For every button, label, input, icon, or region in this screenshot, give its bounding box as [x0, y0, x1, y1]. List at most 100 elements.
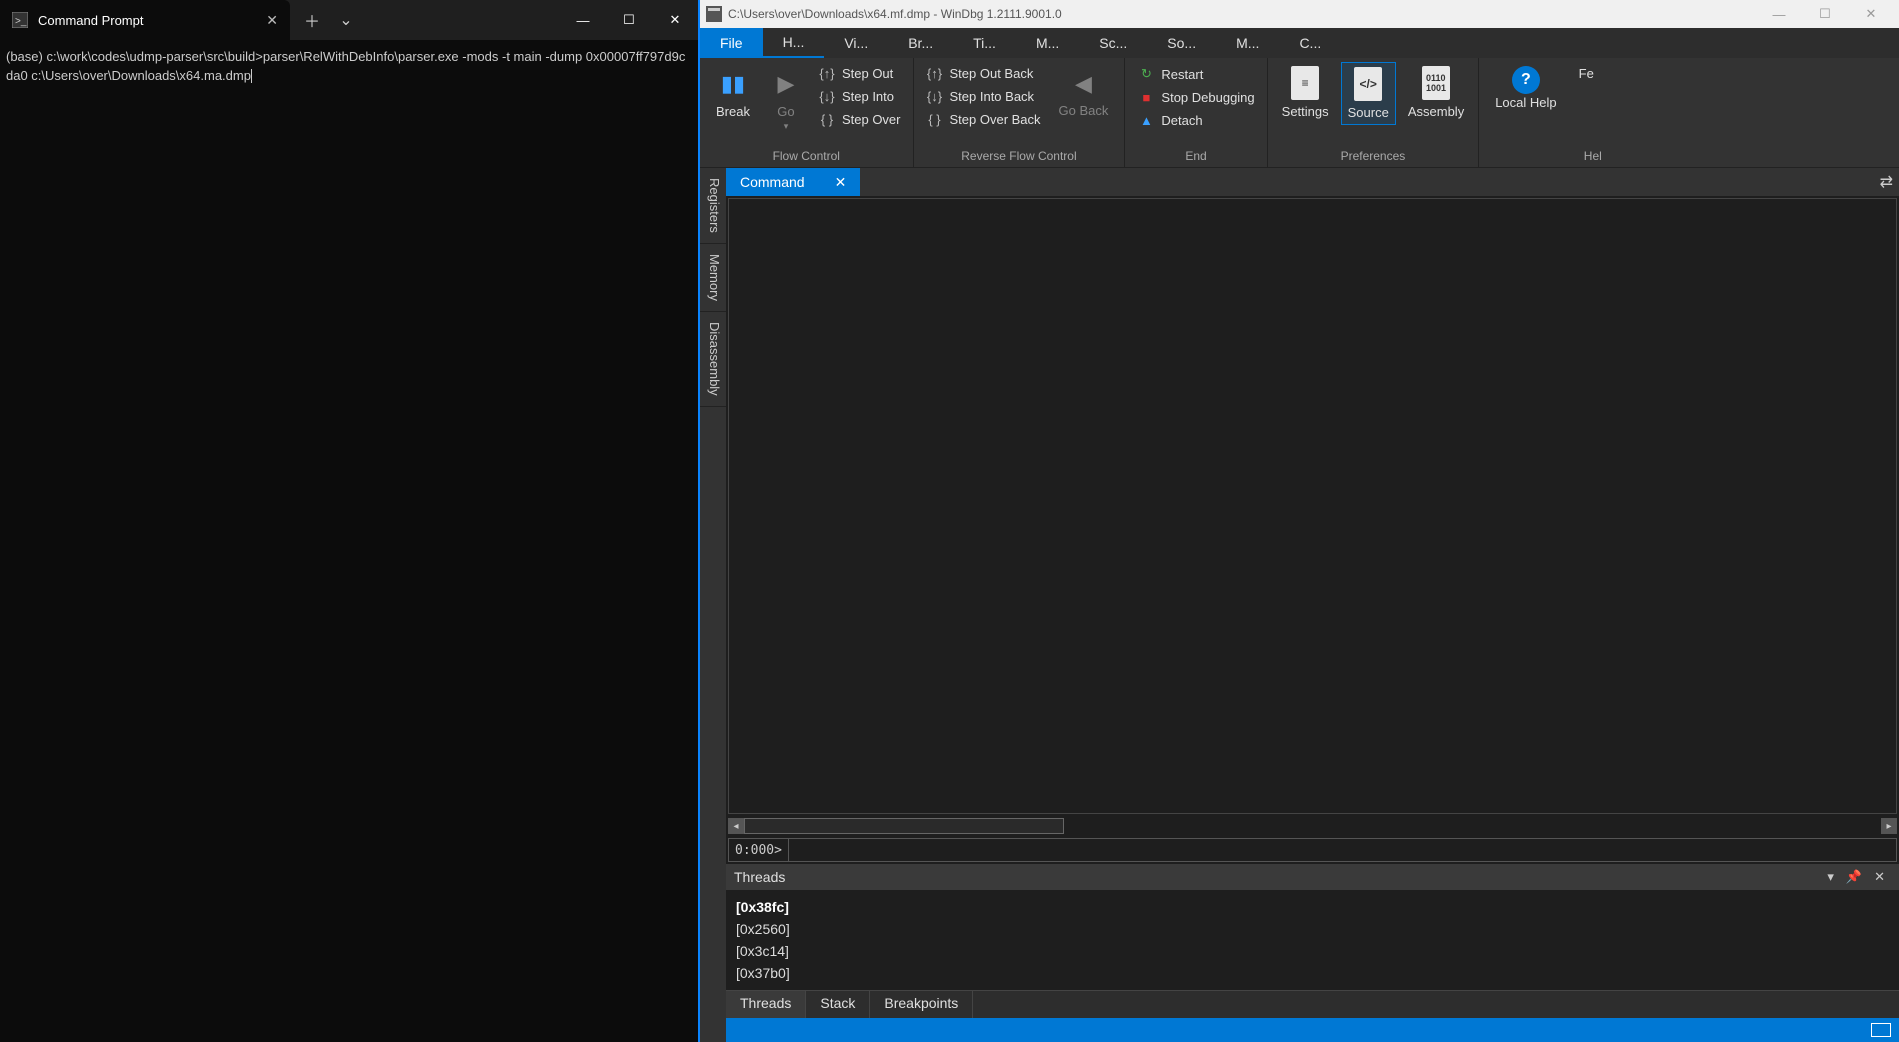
- step-out-icon: {↑}: [818, 66, 836, 81]
- detach-button[interactable]: ▲ Detach: [1133, 111, 1258, 130]
- go-button[interactable]: ▶ Go ▾: [764, 62, 808, 136]
- tab-menu-icon[interactable]: ⇄: [1874, 172, 1899, 192]
- ribbon-group-end: ↻Restart ■Stop Debugging ▲Detach End: [1125, 58, 1267, 167]
- new-tab-button[interactable]: ＋: [296, 4, 328, 36]
- threads-close-icon[interactable]: ✕: [1868, 869, 1891, 885]
- detach-icon: ▲: [1137, 113, 1155, 128]
- bottom-tab-threads[interactable]: Threads: [726, 991, 806, 1018]
- ribbon-tab-breakpoints[interactable]: Br...: [888, 28, 953, 58]
- assembly-doc-icon: 01101001: [1422, 66, 1450, 100]
- side-tab-registers[interactable]: Registers: [700, 168, 726, 244]
- step-out-back-button[interactable]: {↑}Step Out Back: [922, 64, 1045, 83]
- source-button[interactable]: </> Source: [1341, 62, 1396, 125]
- command-input[interactable]: [789, 839, 1896, 861]
- play-reverse-icon: ◀: [1075, 66, 1092, 102]
- status-indicator[interactable]: [1871, 1023, 1891, 1037]
- feedback-button[interactable]: Fe: [1571, 62, 1602, 85]
- ribbon-group-preferences: ≡ Settings </> Source 01101001 Assembly …: [1268, 58, 1480, 167]
- settings-button[interactable]: ≡ Settings: [1276, 62, 1335, 123]
- svg-text:>_: >_: [15, 16, 27, 27]
- local-help-button[interactable]: ? Local Help: [1487, 62, 1564, 114]
- wd-close-button[interactable]: ✕: [1849, 3, 1893, 25]
- bottom-tab-stack[interactable]: Stack: [806, 991, 870, 1018]
- thread-item[interactable]: [0x3c14]: [736, 940, 1889, 962]
- source-doc-icon: </>: [1354, 67, 1382, 101]
- close-tab-icon[interactable]: ✕: [266, 12, 278, 29]
- terminal-cursor: [251, 69, 252, 83]
- scroll-right-icon[interactable]: ▸: [1881, 818, 1897, 834]
- ribbon-tab-timelines[interactable]: Ti...: [953, 28, 1016, 58]
- ribbon-tab-scripting[interactable]: Sc...: [1079, 28, 1147, 58]
- detach-label: Detach: [1161, 113, 1202, 128]
- windbg-content: Command ✕ ⇄ ◂ ▸ 0:000> Threads ▾: [726, 168, 1899, 1042]
- chevron-down-icon: ▾: [784, 121, 789, 132]
- scroll-track[interactable]: [744, 818, 1064, 834]
- thread-item[interactable]: [0x2560]: [736, 918, 1889, 940]
- pause-icon: ▮▮: [721, 66, 745, 102]
- play-icon: ▶: [778, 66, 795, 102]
- command-tabbar: Command ✕ ⇄: [726, 168, 1899, 196]
- flow-control-label: Flow Control: [708, 147, 905, 165]
- command-prompt-window: >_ Command Prompt ✕ ＋ ⌄ — ☐ ✕ (base) c:\…: [0, 0, 700, 1042]
- side-tab-memory[interactable]: Memory: [700, 244, 726, 312]
- command-prompt-label: 0:000>: [729, 839, 789, 861]
- step-into-label: Step Into: [842, 89, 894, 104]
- step-over-button[interactable]: { }Step Over: [814, 110, 905, 129]
- terminal-window-controls: — ☐ ✕: [560, 0, 698, 40]
- windbg-window-controls: — ☐ ✕: [1757, 3, 1893, 25]
- break-label: Break: [716, 104, 750, 119]
- step-over-label: Step Over: [842, 112, 901, 127]
- bottom-tabs: Threads Stack Breakpoints: [726, 990, 1899, 1018]
- threads-panel: Threads ▾ 📌 ✕ [0x38fc] [0x2560] [0x3c14]…: [726, 864, 1899, 1018]
- ribbon-tab-command[interactable]: C...: [1279, 28, 1341, 58]
- command-tab[interactable]: Command ✕: [726, 168, 860, 196]
- go-back-button[interactable]: ◀ Go Back: [1051, 62, 1117, 122]
- ribbon-tab-model[interactable]: M...: [1016, 28, 1079, 58]
- threads-title: Threads: [734, 869, 785, 885]
- threads-pin-icon[interactable]: 📌: [1840, 869, 1868, 885]
- ribbon-group-reverse-flow: {↑}Step Out Back {↓}Step Into Back { }St…: [914, 58, 1126, 167]
- thread-item[interactable]: [0x37b0]: [736, 962, 1889, 984]
- ribbon-tab-view[interactable]: Vi...: [824, 28, 888, 58]
- maximize-button[interactable]: ☐: [606, 0, 652, 40]
- step-over-back-label: Step Over Back: [950, 112, 1041, 127]
- command-input-row: 0:000>: [728, 838, 1897, 862]
- step-into-back-button[interactable]: {↓}Step Into Back: [922, 87, 1045, 106]
- side-tab-disassembly[interactable]: Disassembly: [700, 312, 726, 407]
- step-over-back-button[interactable]: { }Step Over Back: [922, 110, 1045, 129]
- wd-maximize-button[interactable]: ☐: [1803, 3, 1847, 25]
- local-help-label: Local Help: [1495, 96, 1556, 110]
- command-hscrollbar[interactable]: ◂ ▸: [728, 818, 1897, 834]
- bottom-tab-breakpoints[interactable]: Breakpoints: [870, 991, 973, 1018]
- close-command-tab-icon[interactable]: ✕: [835, 174, 847, 191]
- minimize-button[interactable]: —: [560, 0, 606, 40]
- ribbon-tab-memory[interactable]: M...: [1216, 28, 1279, 58]
- windbg-window: C:\Users\over\Downloads\x64.mf.dmp - Win…: [700, 0, 1899, 1042]
- command-output[interactable]: [728, 198, 1897, 814]
- windbg-titlebar: C:\Users\over\Downloads\x64.mf.dmp - Win…: [700, 0, 1899, 28]
- close-window-button[interactable]: ✕: [652, 0, 698, 40]
- break-button[interactable]: ▮▮ Break: [708, 62, 758, 123]
- step-out-button[interactable]: {↑} Step Out: [814, 64, 905, 83]
- ribbon-tab-home[interactable]: H...: [763, 28, 825, 58]
- restart-button[interactable]: ↻Restart: [1133, 64, 1258, 84]
- help-label: Hel: [1487, 147, 1602, 165]
- scroll-left-icon[interactable]: ◂: [728, 818, 744, 834]
- terminal-output[interactable]: (base) c:\work\codes\udmp-parser\src\bui…: [0, 40, 698, 1042]
- settings-label: Settings: [1282, 104, 1329, 119]
- ribbon-tab-source[interactable]: So...: [1147, 28, 1216, 58]
- feedback-label: Fe: [1579, 66, 1594, 81]
- terminal-tab-actions: ＋ ⌄: [296, 4, 362, 36]
- step-into-button[interactable]: {↓}Step Into: [814, 87, 905, 106]
- assembly-button[interactable]: 01101001 Assembly: [1402, 62, 1470, 123]
- ribbon: ▮▮ Break ▶ Go ▾ {↑} Step Out {↓}Step Into…: [700, 58, 1899, 168]
- terminal-tab[interactable]: >_ Command Prompt ✕: [0, 0, 290, 40]
- side-tabs: Registers Memory Disassembly: [700, 168, 726, 1042]
- tab-dropdown-button[interactable]: ⌄: [330, 4, 362, 36]
- stop-debugging-button[interactable]: ■Stop Debugging: [1133, 88, 1258, 107]
- step-out-label: Step Out: [842, 66, 893, 81]
- threads-dropdown-icon[interactable]: ▾: [1821, 869, 1840, 885]
- wd-minimize-button[interactable]: —: [1757, 3, 1801, 25]
- ribbon-tab-file[interactable]: File: [700, 28, 763, 58]
- thread-item[interactable]: [0x38fc]: [736, 896, 1889, 918]
